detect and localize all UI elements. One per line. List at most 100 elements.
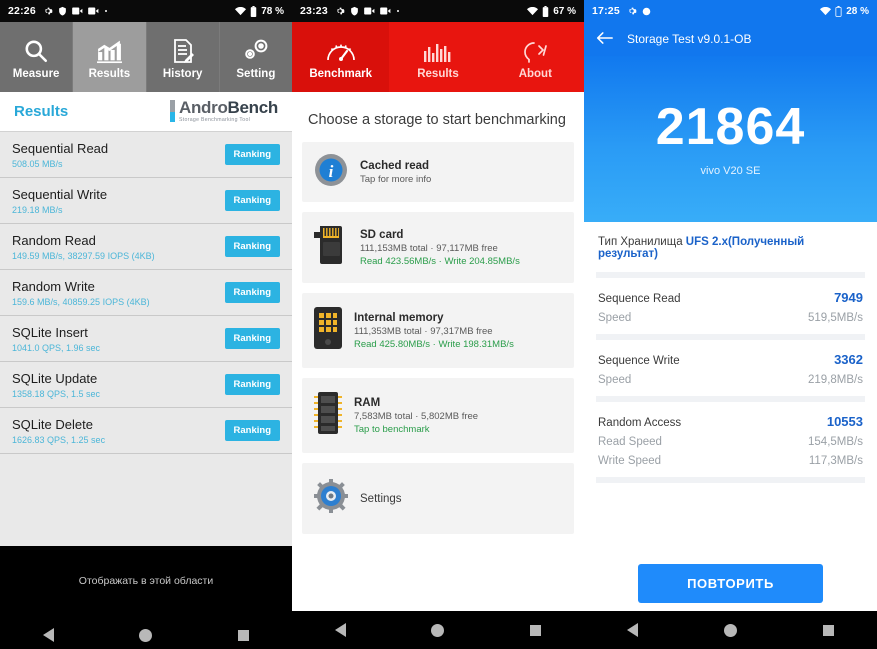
logo-bold: Bench xyxy=(227,98,279,118)
panel-androbench: 22:26 78 % Measure Results History Setti… xyxy=(0,0,292,649)
card-ram[interactable]: RAM 7,583MB total · 5,802MB free Tap to … xyxy=(302,378,574,453)
metric-label: Write Speed xyxy=(598,455,662,467)
results-header: Results AndroBench Storage Benchmarking … xyxy=(0,92,292,132)
status-right-group: 78 % xyxy=(235,5,284,17)
home-circle-icon[interactable] xyxy=(431,623,445,637)
tab-results[interactable]: Results xyxy=(73,22,147,92)
block-score: 7949 xyxy=(834,290,863,305)
card-sd-card[interactable]: SD card 111,153MB total · 97,117MB free … xyxy=(302,212,574,283)
status-time: 22:26 xyxy=(8,5,36,17)
video-icon xyxy=(88,7,99,15)
tab-measure[interactable]: Measure xyxy=(0,22,74,92)
row-value: 149.59 MB/s, 38297.59 IOPS (4KB) xyxy=(12,250,155,261)
table-row[interactable]: SQLite Insert 1041.0 QPS, 1.96 sec Rankin… xyxy=(0,316,292,362)
recents-square-icon[interactable] xyxy=(238,629,250,641)
back-triangle-icon[interactable] xyxy=(334,623,346,637)
arrow-left-icon[interactable] xyxy=(596,31,613,48)
head-code-icon xyxy=(520,34,550,64)
back-triangle-icon[interactable] xyxy=(42,628,54,642)
svg-text:i: i xyxy=(329,162,334,181)
page-title: Results xyxy=(14,103,69,120)
device-name: vivo V20 SE xyxy=(700,165,761,177)
tab-benchmark[interactable]: Benchmark xyxy=(292,22,390,92)
row-value: 159.6 MB/s, 40859.25 IOPS (4KB) xyxy=(12,296,150,307)
status-icon-group xyxy=(627,6,651,16)
card-speed: Read 425.80MB/s · Write 198.31MB/s xyxy=(354,338,514,350)
settings-label: Settings xyxy=(360,492,402,505)
ranking-button[interactable]: Ranking xyxy=(224,282,280,303)
status-time: 17:25 xyxy=(592,5,620,17)
navigation-bar-3 xyxy=(584,611,877,649)
tab-label: Results xyxy=(88,68,131,80)
block-title: Random Access xyxy=(598,417,682,429)
ranking-button[interactable]: Ranking xyxy=(224,328,280,349)
card-title: Cached read xyxy=(360,159,430,172)
card-cached-read[interactable]: i Cached read Tap for more info xyxy=(302,142,574,202)
ranking-button[interactable]: Ranking xyxy=(224,190,280,211)
app-bar: Storage Test v9.0.1-OB xyxy=(584,22,877,56)
logo-bar-icon xyxy=(169,100,175,123)
table-row[interactable]: Random Read 149.59 MB/s, 38297.59 IOPS (4… xyxy=(0,224,292,270)
metric-value: 154,5MB/s xyxy=(808,436,863,448)
row-value: 1358.18 QPS, 1.5 sec xyxy=(12,388,101,399)
shield-icon xyxy=(350,6,359,16)
table-row[interactable]: Random Write 159.6 MB/s, 40859.25 IOPS (4… xyxy=(0,270,292,316)
recents-square-icon[interactable] xyxy=(823,624,834,636)
status-bar-3: 17:25 28 % xyxy=(584,0,877,22)
ranking-button[interactable]: Ranking xyxy=(224,374,280,395)
table-row[interactable]: SQLite Update 1358.18 QPS, 1.5 sec Rankin… xyxy=(0,362,292,408)
results-list: Sequential Read 508.05 MB/s Ranking Seque… xyxy=(0,132,292,546)
divider xyxy=(596,477,865,483)
status-icon-group xyxy=(335,6,400,16)
tab-setting[interactable]: Setting xyxy=(220,22,292,92)
table-row[interactable]: Sequential Read 508.05 MB/s Ranking xyxy=(0,132,292,178)
block-score: 3362 xyxy=(834,352,863,367)
storage-type-row: Тип Хранилища UFS 2.x(Полученный результ… xyxy=(584,222,877,272)
card-subtitle: Tap for more info xyxy=(360,173,432,185)
magnifier-icon xyxy=(23,34,49,64)
wifi-icon xyxy=(820,6,832,16)
row-value: 1041.0 QPS, 1.96 sec xyxy=(12,342,101,353)
wifi-icon xyxy=(235,6,247,16)
gears-icon xyxy=(241,34,271,64)
recents-square-icon[interactable] xyxy=(530,624,542,636)
gear-icon xyxy=(627,6,637,16)
home-circle-icon[interactable] xyxy=(139,628,153,642)
row-name: Sequential Read xyxy=(12,140,109,156)
status-right-group: 28 % xyxy=(820,5,869,17)
table-row[interactable]: Sequential Write 219.18 MB/s Ranking xyxy=(0,178,292,224)
ram-icon xyxy=(314,392,342,439)
retry-button[interactable]: ПОВТОРИТЬ xyxy=(638,564,823,603)
three-phone-screenshots: 22:26 78 % Measure Results History Setti… xyxy=(0,0,877,649)
tab-label: Setting xyxy=(236,68,276,80)
ad-placeholder[interactable]: Отображать в этой области xyxy=(0,546,292,616)
ranking-button[interactable]: Ranking xyxy=(224,144,280,165)
video-icon xyxy=(380,7,391,15)
battery-icon xyxy=(542,5,549,17)
dot-icon xyxy=(104,9,108,13)
status-right-group: 67 % xyxy=(527,5,576,17)
status-time: 23:23 xyxy=(300,5,328,17)
ranking-button[interactable]: Ranking xyxy=(224,420,280,441)
back-triangle-icon[interactable] xyxy=(627,623,638,637)
bar-chart-icon xyxy=(423,34,453,64)
tab-label: Measure xyxy=(12,68,60,80)
table-row[interactable]: SQLite Delete 1626.83 QPS, 1.25 sec Ranki… xyxy=(0,408,292,454)
gear-icon xyxy=(335,6,345,16)
navigation-bar-1 xyxy=(0,616,292,649)
status-bar-2: 23:23 67 % xyxy=(292,0,584,22)
row-value: 1626.83 QPS, 1.25 sec xyxy=(12,434,106,445)
card-settings[interactable]: Settings xyxy=(302,463,574,534)
tab-results[interactable]: Results xyxy=(389,22,486,92)
tab-about[interactable]: About xyxy=(487,22,584,92)
shield-icon xyxy=(58,6,67,16)
row-name: SQLite Delete xyxy=(12,416,93,432)
row-name: Sequential Write xyxy=(12,186,108,202)
home-circle-icon[interactable] xyxy=(724,623,737,637)
tab-history[interactable]: History xyxy=(147,22,220,92)
card-internal-memory[interactable]: Internal memory 111,353MB total · 97,317… xyxy=(302,293,574,368)
block-title: Sequence Read xyxy=(598,293,681,305)
circle-icon xyxy=(642,7,651,16)
panel-antutu-storage: 17:25 28 % Storage Test v9.0.1-OB 21864 … xyxy=(584,0,877,649)
ranking-button[interactable]: Ranking xyxy=(224,236,280,257)
